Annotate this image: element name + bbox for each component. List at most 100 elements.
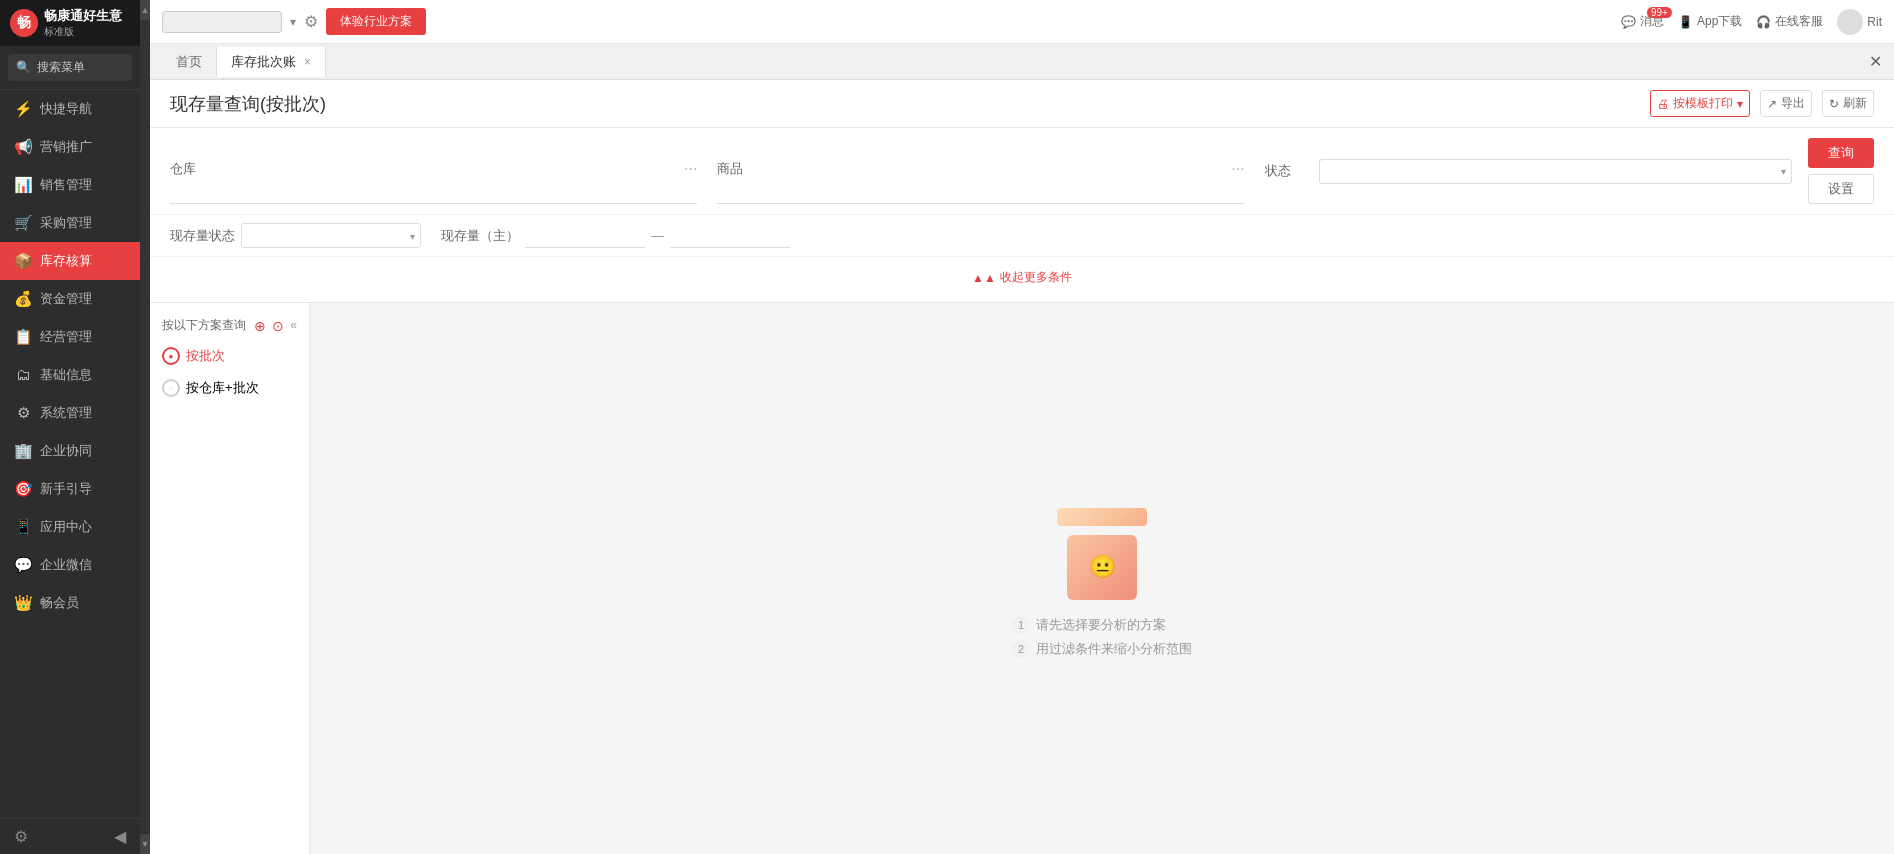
sidebar-search-area[interactable]: 🔍 搜索菜单 <box>0 46 140 90</box>
scroll-down-btn[interactable]: ▼ <box>140 834 150 854</box>
topbar: ▾ ⚙ 体验行业方案 💬 消息 99+ 📱 App下载 🎧 在线客服 Rit <box>150 0 1894 44</box>
stock-status-label: 现存量状态 <box>170 227 235 245</box>
user-profile-action[interactable]: Rit <box>1837 9 1882 35</box>
message-icon: 💬 <box>1621 15 1636 29</box>
stock-status-select[interactable] <box>241 223 421 248</box>
topbar-settings-icon[interactable]: ⚙ <box>304 12 318 31</box>
topbar-left: ▾ ⚙ 体验行业方案 <box>162 8 1613 35</box>
sidebar-item-apps[interactable]: 📱 应用中心 <box>0 508 140 546</box>
hint-2: 2 用过滤条件来缩小分析范围 <box>1012 640 1192 658</box>
page-actions: 🖨 按模板打印 ▾ ↗ 导出 ↻ 刷新 <box>1650 90 1874 117</box>
topbar-right: 💬 消息 99+ 📱 App下载 🎧 在线客服 Rit <box>1621 9 1882 35</box>
sidebar-item-basic[interactable]: 🗂 基础信息 <box>0 356 140 394</box>
sidebar-item-sales[interactable]: 📊 销售管理 <box>0 166 140 204</box>
topbar-dropdown-arrow[interactable]: ▾ <box>290 15 296 29</box>
product-label: 商品 <box>717 160 767 178</box>
scheme-active-icon: ● <box>162 347 180 365</box>
warehouse-input[interactable] <box>224 161 680 176</box>
tab-inventory-batch[interactable]: 库存批次账 × <box>217 47 326 77</box>
tab-close-button[interactable]: × <box>304 55 311 69</box>
hint-1: 1 请先选择要分析的方案 <box>1012 616 1192 634</box>
app-logo: 畅 <box>10 9 38 37</box>
export-icon: ↗ <box>1767 97 1777 111</box>
breadcrumb-input[interactable] <box>162 11 282 33</box>
product-more-icon[interactable]: ··· <box>1231 160 1244 178</box>
shortcut-icon: ⚡ <box>14 100 32 118</box>
app-download-action[interactable]: 📱 App下载 <box>1678 13 1742 30</box>
empty-box-face: 😐 <box>1089 554 1116 580</box>
sidebar-item-enterprise[interactable]: 🏢 企业协同 <box>0 432 140 470</box>
collapse-up-icon: ▲▲ <box>972 271 996 285</box>
left-panel: 按以下方案查询 ⊕ ⊙ « ● 按批次 ○ 按仓库+批次 <box>150 303 310 854</box>
collapse-sidebar-icon[interactable]: ◀ <box>114 827 126 846</box>
warehouse-more-icon[interactable]: ··· <box>684 160 697 178</box>
sidebar-item-system[interactable]: ⚙ 系统管理 <box>0 394 140 432</box>
phone-icon: 📱 <box>1678 15 1693 29</box>
avatar <box>1837 9 1863 35</box>
product-input[interactable] <box>771 161 1227 176</box>
page-header: 现存量查询(按批次) 🖨 按模板打印 ▾ ↗ 导出 ↻ 刷新 <box>150 80 1894 128</box>
main-area: ▾ ⚙ 体验行业方案 💬 消息 99+ 📱 App下载 🎧 在线客服 Rit <box>150 0 1894 854</box>
sidebar-item-inventory[interactable]: 📦 库存核算 <box>0 242 140 280</box>
search-menu-button[interactable]: 🔍 搜索菜单 <box>8 54 132 81</box>
sidebar-item-finance[interactable]: 💰 资金管理 <box>0 280 140 318</box>
message-badge: 99+ <box>1647 7 1672 18</box>
status-filter: 状态 ▾ <box>1265 138 1792 204</box>
query-button[interactable]: 查询 <box>1808 138 1874 168</box>
scheme-by-warehouse-batch[interactable]: ○ 按仓库+批次 <box>150 372 309 404</box>
sidebar-item-wechat[interactable]: 💬 企业微信 <box>0 546 140 584</box>
sidebar-item-purchase[interactable]: 🛒 采购管理 <box>0 204 140 242</box>
status-select[interactable] <box>1319 159 1792 184</box>
sidebar: 畅 畅康通好生意 标准版 🔍 搜索菜单 ⚡ 快捷导航 📢 营销推广 📊 销售管理… <box>0 0 140 854</box>
apps-icon: 📱 <box>14 518 32 536</box>
settings-button[interactable]: 设置 <box>1808 174 1874 204</box>
stock-qty-min-input[interactable] <box>525 224 645 248</box>
app-title: 畅康通好生意 标准版 <box>44 8 122 38</box>
print-dropdown-icon: ▾ <box>1737 97 1743 111</box>
action-buttons: 查询 设置 <box>1808 138 1874 204</box>
sidebar-item-shortcut[interactable]: ⚡ 快捷导航 <box>0 90 140 128</box>
sales-icon: 📊 <box>14 176 32 194</box>
stock-qty-filter: 现存量（主） — <box>441 224 790 248</box>
tab-bar-close-button[interactable]: ✕ <box>1869 52 1882 71</box>
sidebar-item-member[interactable]: 👑 畅会员 <box>0 584 140 622</box>
stock-status-filter: 现存量状态 ▾ <box>170 223 421 248</box>
stock-qty-max-input[interactable] <box>670 224 790 248</box>
tab-home[interactable]: 首页 <box>162 47 217 77</box>
export-button[interactable]: ↗ 导出 <box>1760 90 1812 117</box>
finance-icon: 💰 <box>14 290 32 308</box>
sidebar-footer: ⚙ ◀ <box>0 818 140 854</box>
sidebar-item-marketing[interactable]: 📢 营销推广 <box>0 128 140 166</box>
add-scheme-button[interactable]: ⊕ <box>254 318 266 334</box>
online-service-action[interactable]: 🎧 在线客服 <box>1756 13 1823 30</box>
search-icon: 🔍 <box>16 60 31 74</box>
messages-action[interactable]: 💬 消息 99+ <box>1621 13 1664 30</box>
empty-hints: 1 请先选择要分析的方案 2 用过滤条件来缩小分析范围 <box>1012 616 1192 658</box>
refresh-icon: ↻ <box>1829 97 1839 111</box>
settings-scheme-icon[interactable]: ⊙ <box>272 318 284 334</box>
operation-icon: 📋 <box>14 328 32 346</box>
sidebar-item-newbie[interactable]: 🎯 新手引导 <box>0 470 140 508</box>
warehouse-filter: 仓库 ··· <box>170 138 697 204</box>
stock-status-select-wrapper: ▾ <box>241 223 421 248</box>
trial-button[interactable]: 体验行业方案 <box>326 8 426 35</box>
filter-section: 仓库 ··· 商品 ··· 状态 ▾ <box>150 128 1894 303</box>
printer-icon: 🖨 <box>1657 97 1669 111</box>
scroll-up-btn[interactable]: ▲ <box>140 0 150 20</box>
refresh-button[interactable]: ↻ 刷新 <box>1822 90 1874 117</box>
tab-bar-right: ✕ <box>1869 52 1882 71</box>
headset-icon: 🎧 <box>1756 15 1771 29</box>
filter-row-1: 仓库 ··· 商品 ··· 状态 ▾ <box>150 128 1894 215</box>
scheme-section-label: 按以下方案查询 <box>162 317 246 334</box>
status-label: 状态 <box>1265 162 1315 180</box>
print-button[interactable]: 🖨 按模板打印 ▾ <box>1650 90 1750 117</box>
enterprise-icon: 🏢 <box>14 442 32 460</box>
left-panel-header: 按以下方案查询 ⊕ ⊙ « <box>150 311 309 340</box>
sidebar-item-operation[interactable]: 📋 经营管理 <box>0 318 140 356</box>
sidebar-scrollbar[interactable]: ▲ ▼ <box>140 0 150 854</box>
collapse-panel-button[interactable]: « <box>290 318 297 334</box>
collapse-button[interactable]: ▲▲ 收起更多条件 <box>972 269 1072 286</box>
settings-footer-icon[interactable]: ⚙ <box>14 827 28 846</box>
scheme-by-batch[interactable]: ● 按批次 <box>150 340 309 372</box>
empty-box-body: 😐 <box>1067 535 1137 600</box>
